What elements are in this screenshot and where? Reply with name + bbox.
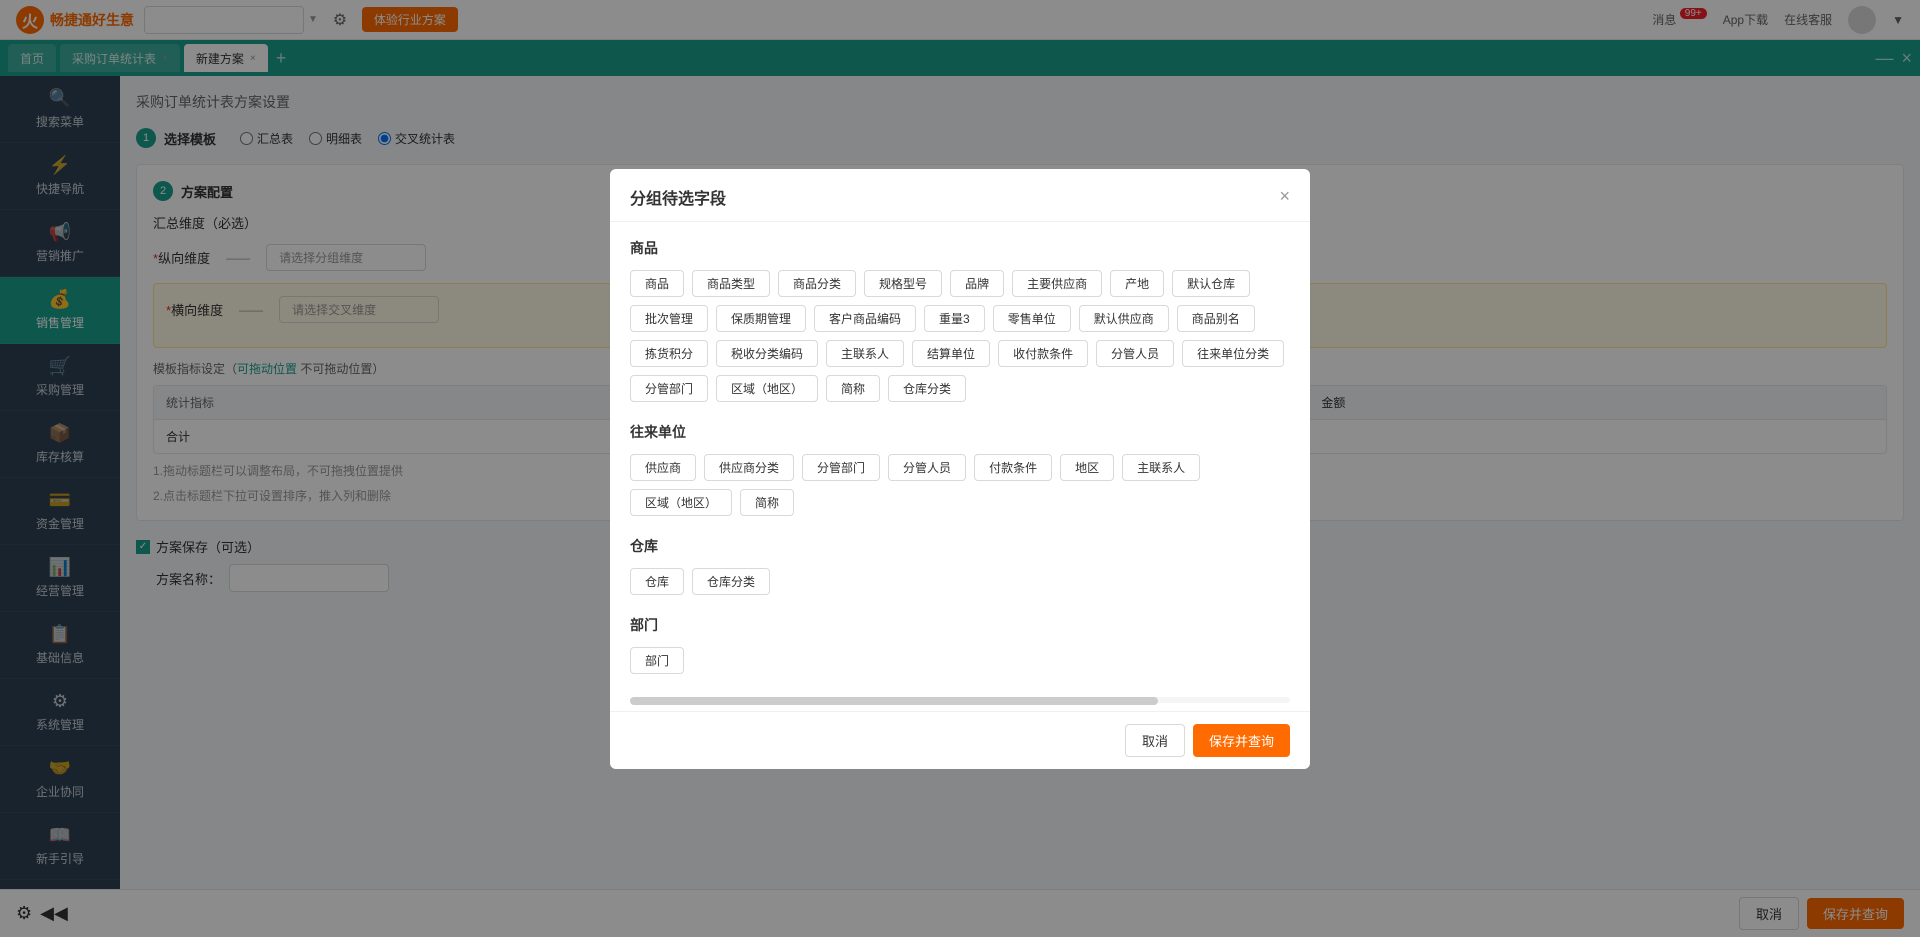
field-tag-product-type[interactable]: 商品类型 [692, 270, 770, 297]
modal-title: 分组待选字段 [630, 185, 726, 209]
field-tag-contact-abbr[interactable]: 简称 [740, 489, 794, 516]
modal-horizontal-scrollbar[interactable] [630, 697, 1290, 702]
modal-footer: 取消 保存并查询 [610, 711, 1310, 769]
field-group-warehouse-title: 仓库 [630, 536, 1290, 556]
warehouse-fields: 仓库 仓库分类 [630, 568, 1290, 595]
field-tag-region[interactable]: 区域（地区） [716, 375, 818, 402]
modal-confirm-button[interactable]: 保存并查询 [1193, 724, 1290, 757]
field-tag-customer-code[interactable]: 客户商品编码 [814, 305, 916, 332]
field-tag-supplier-category[interactable]: 供应商分类 [704, 454, 794, 481]
modal-hscroll-thumb[interactable] [630, 697, 1158, 705]
modal-overlay: 分组待选字段 × 商品 商品 商品类型 商品分类 规格型号 品牌 主要供应商 产… [0, 0, 1920, 937]
field-tag-supplier[interactable]: 供应商 [630, 454, 696, 481]
dept-fields: 部门 [630, 647, 1290, 674]
field-tag-spec-model[interactable]: 规格型号 [864, 270, 942, 297]
field-tag-managed-person[interactable]: 分管人员 [888, 454, 966, 481]
product-fields: 商品 商品类型 商品分类 规格型号 品牌 主要供应商 产地 默认仓库 批次管理 … [630, 270, 1290, 402]
field-tag-settlement-unit[interactable]: 结算单位 [912, 340, 990, 367]
field-tag-batch-mgmt[interactable]: 批次管理 [630, 305, 708, 332]
field-tag-abbr[interactable]: 简称 [826, 375, 880, 402]
field-group-product-title: 商品 [630, 238, 1290, 258]
contact-fields: 供应商 供应商分类 分管部门 分管人员 付款条件 地区 主联系人 区域（地区） … [630, 454, 1290, 516]
field-tag-area[interactable]: 地区 [1060, 454, 1114, 481]
field-tag-payment-terms[interactable]: 收付款条件 [998, 340, 1088, 367]
modal-body: 商品 商品 商品类型 商品分类 规格型号 品牌 主要供应商 产地 默认仓库 批次… [610, 222, 1310, 698]
field-tag-alias[interactable]: 商品别名 [1177, 305, 1255, 332]
modal-header: 分组待选字段 × [610, 169, 1310, 222]
field-group-dept-title: 部门 [630, 615, 1290, 635]
field-group-dept: 部门 部门 [630, 615, 1290, 674]
field-group-contact: 往来单位 供应商 供应商分类 分管部门 分管人员 付款条件 地区 主联系人 区域… [630, 422, 1290, 516]
field-group-product: 商品 商品 商品类型 商品分类 规格型号 品牌 主要供应商 产地 默认仓库 批次… [630, 238, 1290, 402]
field-select-modal: 分组待选字段 × 商品 商品 商品类型 商品分类 规格型号 品牌 主要供应商 产… [610, 169, 1310, 769]
field-tag-weight[interactable]: 重量3 [924, 305, 985, 332]
field-tag-contact-region[interactable]: 区域（地区） [630, 489, 732, 516]
field-tag-dept-mgmt[interactable]: 分管部门 [630, 375, 708, 402]
field-tag-default-warehouse[interactable]: 默认仓库 [1172, 270, 1250, 297]
modal-cancel-button[interactable]: 取消 [1125, 724, 1185, 757]
field-group-contact-title: 往来单位 [630, 422, 1290, 442]
field-tag-retail-unit[interactable]: 零售单位 [993, 305, 1071, 332]
field-tag-main-contact[interactable]: 主联系人 [826, 340, 904, 367]
field-tag-pick-score[interactable]: 拣货积分 [630, 340, 708, 367]
field-tag-dept-managed[interactable]: 分管部门 [802, 454, 880, 481]
modal-close-button[interactable]: × [1279, 186, 1290, 207]
field-tag-warehouse-cat[interactable]: 仓库分类 [692, 568, 770, 595]
field-tag-contact-person[interactable]: 主联系人 [1122, 454, 1200, 481]
field-tag-default-supplier[interactable]: 默认供应商 [1079, 305, 1169, 332]
field-tag-main-supplier[interactable]: 主要供应商 [1012, 270, 1102, 297]
field-tag-dept[interactable]: 部门 [630, 647, 684, 674]
field-tag-warehouse-category[interactable]: 仓库分类 [888, 375, 966, 402]
field-tag-brand[interactable]: 品牌 [950, 270, 1004, 297]
field-tag-origin[interactable]: 产地 [1110, 270, 1164, 297]
field-group-warehouse: 仓库 仓库 仓库分类 [630, 536, 1290, 595]
field-tag-warehouse[interactable]: 仓库 [630, 568, 684, 595]
field-tag-product[interactable]: 商品 [630, 270, 684, 297]
field-tag-manager[interactable]: 分管人员 [1096, 340, 1174, 367]
field-tag-tax-code[interactable]: 税收分类编码 [716, 340, 818, 367]
field-tag-product-category[interactable]: 商品分类 [778, 270, 856, 297]
field-tag-expiry-mgmt[interactable]: 保质期管理 [716, 305, 806, 332]
field-tag-contact-category[interactable]: 往来单位分类 [1182, 340, 1284, 367]
field-tag-payment-condition[interactable]: 付款条件 [974, 454, 1052, 481]
